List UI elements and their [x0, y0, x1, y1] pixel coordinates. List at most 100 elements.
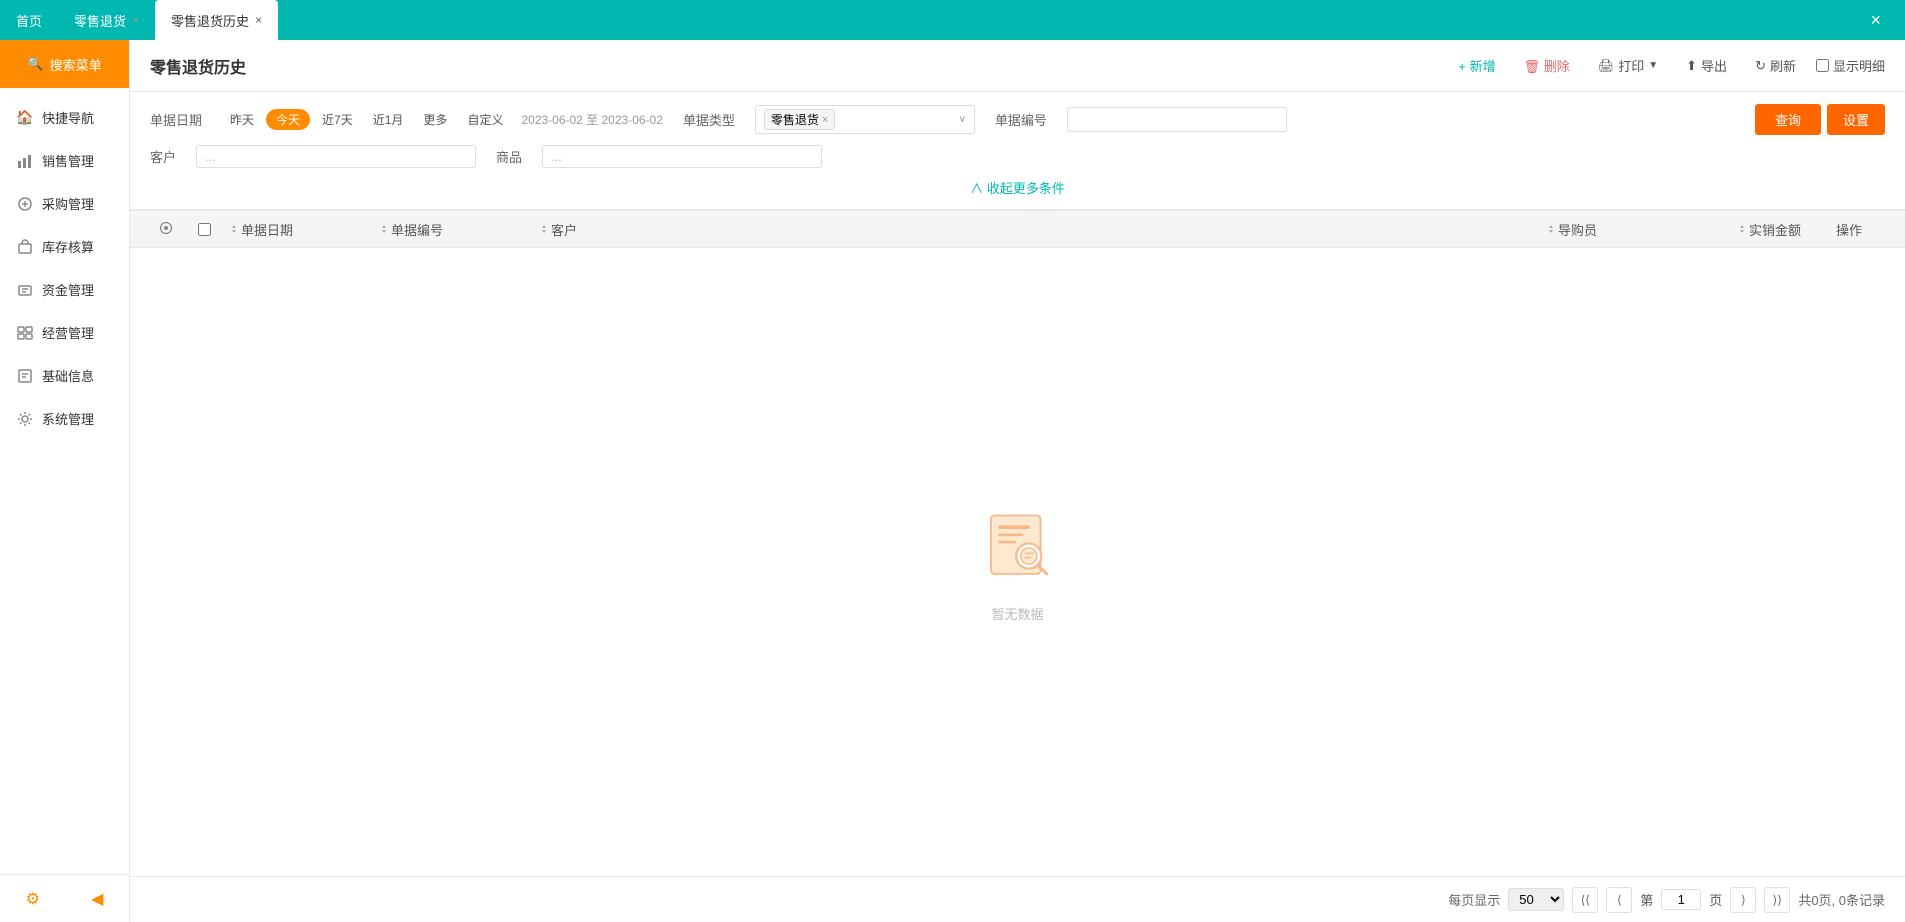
th-op-label: 操作: [1836, 220, 1862, 239]
table-settings-icon: [159, 221, 173, 238]
show-detail-checkbox[interactable]: [1816, 59, 1829, 72]
basic-info-icon: [16, 367, 34, 385]
th-number[interactable]: 单据编号: [372, 220, 532, 239]
date-btn-custom[interactable]: 自定义: [459, 109, 511, 130]
date-range-display: 2023-06-02 至 2023-06-02: [521, 111, 662, 128]
empty-text: 暂无数据: [991, 604, 1043, 623]
table-area: 单据日期 单据编号 客户: [130, 210, 1905, 876]
sort-guide-icon: [1547, 222, 1555, 237]
print-button[interactable]: 🖨 打印 ▼: [1590, 52, 1666, 79]
top-bar-right: ×: [1862, 6, 1905, 35]
tab-home[interactable]: 首页: [0, 0, 58, 40]
th-customer-label: 客户: [551, 220, 577, 239]
voucher-type-remove[interactable]: ×: [822, 114, 828, 126]
date-btn-yesterday[interactable]: 昨天: [222, 109, 262, 130]
date-btn-1month[interactable]: 近1月: [365, 109, 412, 130]
operations-icon: [16, 324, 34, 342]
th-amount-label: 实销金额: [1749, 220, 1801, 239]
sidebar-item-purchase-mgmt[interactable]: 采购管理: [0, 182, 129, 225]
pagination: 每页显示 50 10 20 100 ⟨⟨ ⟨ 第 1 页 ⟩ ⟩⟩ 共0页, 0…: [130, 876, 1905, 922]
sort-customer-icon: [540, 222, 548, 237]
select-all-checkbox[interactable]: [198, 223, 211, 236]
prev-page-btn[interactable]: ⟨: [1606, 887, 1632, 913]
goods-select[interactable]: ...: [542, 145, 822, 168]
page-number-input[interactable]: 1: [1661, 889, 1701, 910]
sidebar-item-quick-nav[interactable]: 🏠 快捷导航: [0, 96, 129, 139]
filter-row-2: 客户 ... 商品 ...: [150, 145, 1885, 168]
window-close-button[interactable]: ×: [1862, 6, 1889, 35]
sidebar-item-basic-info[interactable]: 基础信息: [0, 354, 129, 397]
settings-button[interactable]: 设置: [1827, 104, 1885, 135]
per-page-select[interactable]: 50 10 20 100: [1508, 888, 1564, 911]
delete-button[interactable]: 🗑 删除: [1516, 52, 1578, 79]
per-page-label: 每页显示: [1448, 890, 1500, 909]
th-guide-label: 导购员: [1558, 220, 1597, 239]
voucher-type-arrow: ∨: [959, 114, 966, 125]
customer-ellipsis: ...: [205, 149, 216, 164]
tab-retail-return-history-close[interactable]: ×: [255, 13, 262, 27]
search-icon: 🔍: [27, 56, 43, 72]
sales-icon: [16, 152, 34, 170]
sidebar-item-quick-nav-label: 快捷导航: [42, 108, 94, 127]
th-settings[interactable]: [146, 221, 186, 238]
refresh-button[interactable]: ↻ 刷新: [1747, 52, 1804, 79]
tab-retail-return-label: 零售退货: [74, 11, 126, 30]
sidebar-settings-btn[interactable]: ⚙: [26, 889, 40, 909]
th-guide[interactable]: 导购员: [1539, 220, 1689, 239]
quick-nav-icon: 🏠: [16, 109, 34, 127]
table-header: 单据日期 单据编号 客户: [130, 210, 1905, 248]
tab-retail-return-close[interactable]: ×: [132, 13, 139, 27]
print-icon: 🖨: [1598, 58, 1615, 74]
last-page-btn[interactable]: ⟩⟩: [1764, 887, 1790, 913]
tab-list: 首页 零售退货 × 零售退货历史 ×: [0, 0, 1862, 40]
new-button[interactable]: + 新增: [1450, 52, 1503, 79]
th-amount[interactable]: 实销金额: [1689, 220, 1809, 239]
empty-illustration: [973, 502, 1063, 592]
first-page-btn[interactable]: ⟨⟨: [1572, 887, 1598, 913]
date-btn-today[interactable]: 今天: [266, 109, 310, 130]
refresh-icon: ↻: [1755, 58, 1766, 74]
next-page-btn[interactable]: ⟩: [1730, 887, 1756, 913]
export-icon: ⬆: [1686, 58, 1697, 74]
voucher-type-select[interactable]: 零售退货 × ∨: [755, 105, 975, 134]
voucher-number-input[interactable]: [1067, 107, 1287, 132]
query-button[interactable]: 查询: [1755, 104, 1821, 135]
page-header: 零售退货历史 + 新增 🗑 删除 🖨 打印 ▼ ⬆ 导出 ↻ 刷新: [130, 40, 1905, 92]
empty-state: 暂无数据: [130, 248, 1905, 876]
sidebar-search[interactable]: 🔍 搜索菜单: [0, 40, 129, 88]
tab-home-label: 首页: [16, 11, 42, 30]
sidebar-item-basic-info-label: 基础信息: [42, 366, 94, 385]
voucher-date-label: 单据日期: [150, 110, 202, 129]
sidebar-item-finance-label: 资金管理: [42, 280, 94, 299]
th-number-label: 单据编号: [391, 220, 443, 239]
export-button[interactable]: ⬆ 导出: [1678, 52, 1735, 79]
sidebar-item-operations[interactable]: 经营管理: [0, 311, 129, 354]
sidebar-item-sys-mgmt[interactable]: 系统管理: [0, 397, 129, 440]
sidebar-item-finance[interactable]: 资金管理: [0, 268, 129, 311]
th-checkbox[interactable]: [186, 223, 222, 236]
page-prefix-label: 第: [1640, 890, 1653, 909]
sidebar-item-sales-mgmt[interactable]: 销售管理: [0, 139, 129, 182]
date-btn-7days[interactable]: 近7天: [314, 109, 361, 130]
customer-select[interactable]: ...: [196, 145, 476, 168]
sidebar-item-sys-mgmt-label: 系统管理: [42, 409, 94, 428]
inventory-icon: [16, 238, 34, 256]
collapse-row: ∧ 收起更多条件: [150, 178, 1885, 197]
print-dropdown-icon: ▼: [1648, 60, 1658, 71]
tab-retail-return-history[interactable]: 零售退货历史 ×: [155, 0, 278, 40]
th-date[interactable]: 单据日期: [222, 220, 372, 239]
show-detail-label: 显示明细: [1833, 56, 1885, 75]
sidebar-collapse-btn[interactable]: ◀: [91, 889, 103, 909]
tab-retail-return[interactable]: 零售退货 ×: [58, 0, 155, 40]
collapse-more-btn[interactable]: ∧ 收起更多条件: [970, 178, 1065, 197]
sort-number-icon: [380, 222, 388, 237]
sort-amount-icon: [1738, 222, 1746, 237]
th-date-label: 单据日期: [241, 220, 293, 239]
page-title: 零售退货历史: [150, 54, 246, 78]
voucher-type-tag: 零售退货 ×: [764, 109, 835, 130]
date-filter: 昨天 今天 近7天 近1月 更多 自定义 2023-06-02 至 2023-0…: [222, 109, 663, 130]
date-btn-more[interactable]: 更多: [415, 109, 455, 130]
th-customer[interactable]: 客户: [532, 220, 1539, 239]
top-bar: 首页 零售退货 × 零售退货历史 × ×: [0, 0, 1905, 40]
sidebar-item-inventory[interactable]: 库存核算: [0, 225, 129, 268]
